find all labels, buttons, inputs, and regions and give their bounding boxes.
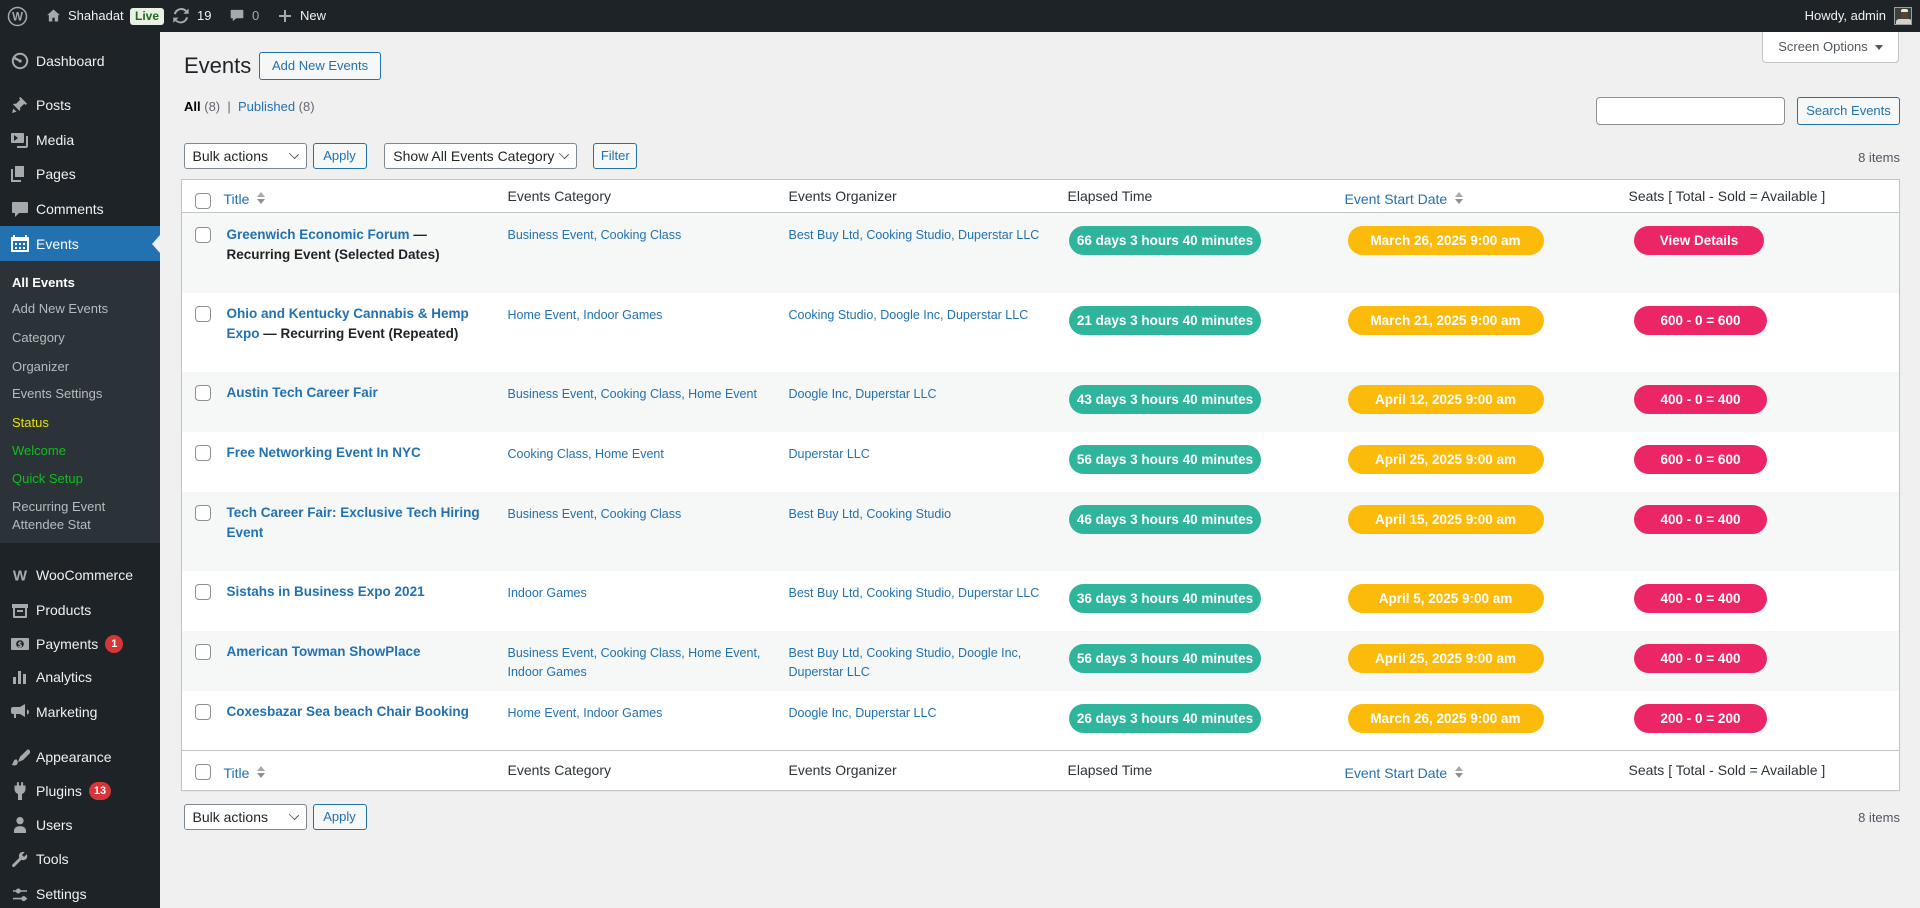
svg-text:W: W xyxy=(12,12,23,24)
svg-text:W: W xyxy=(13,568,28,585)
